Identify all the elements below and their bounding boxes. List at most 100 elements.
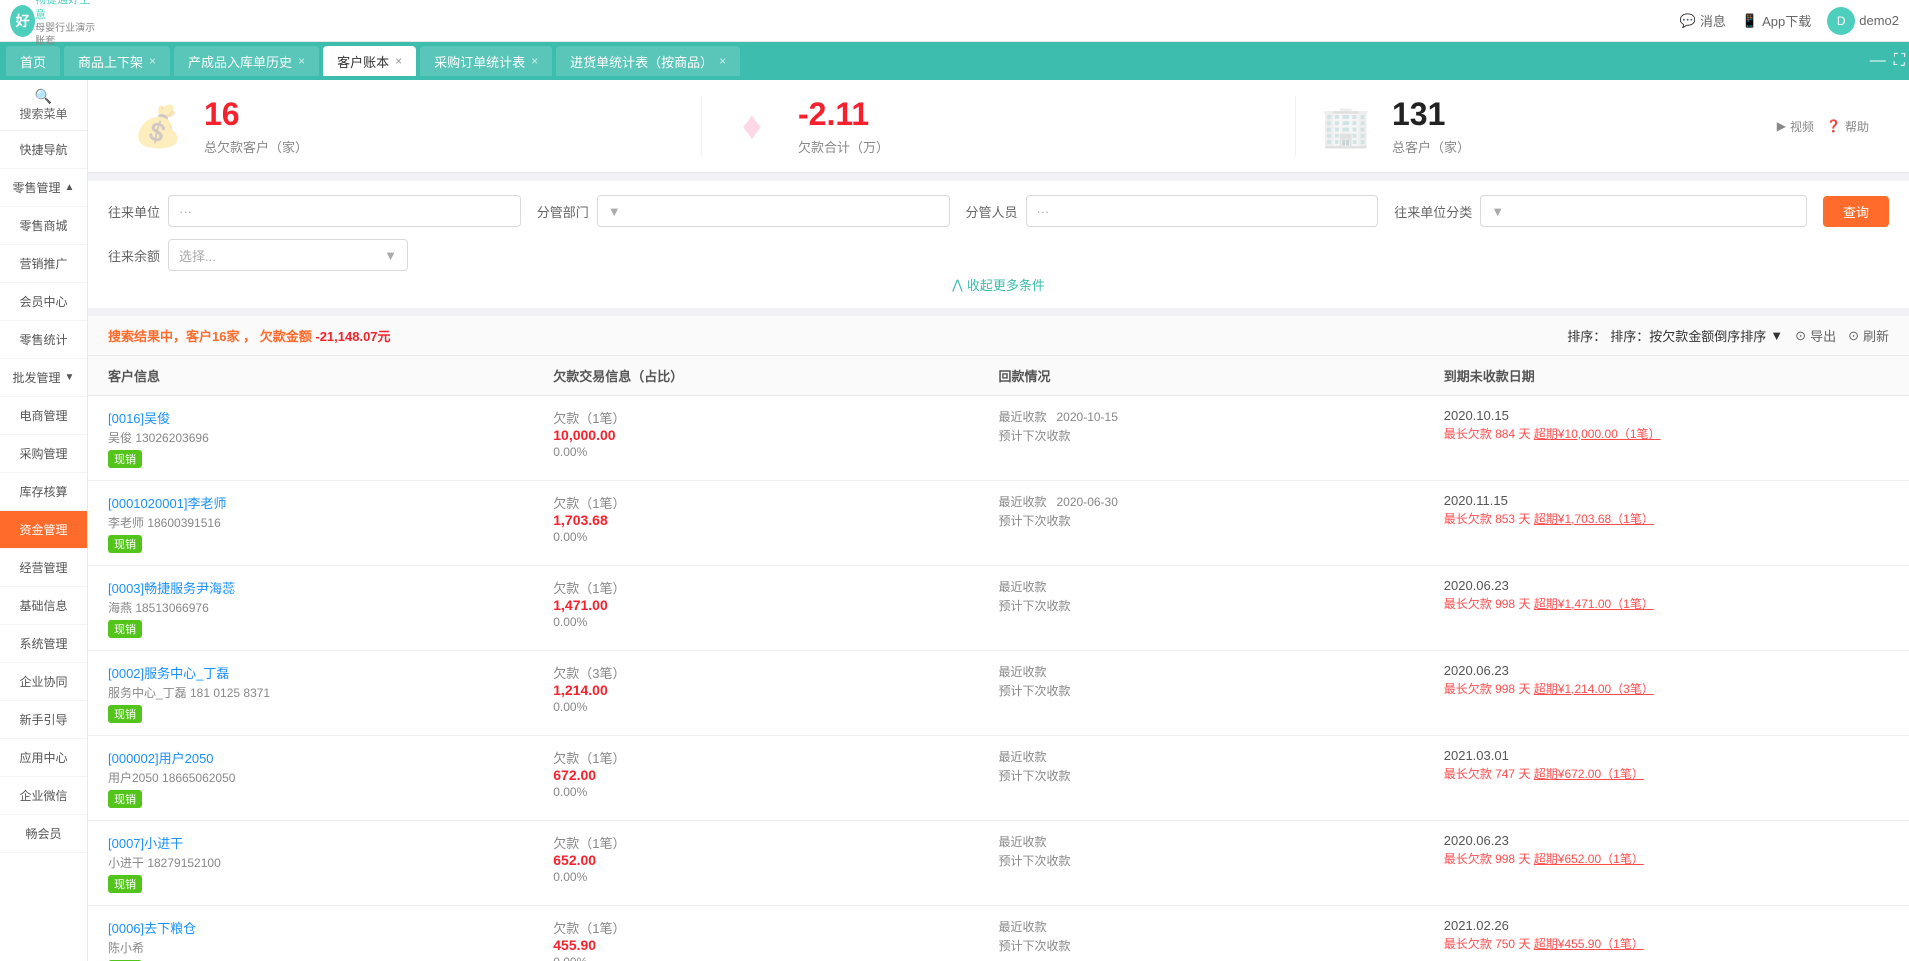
customer-badge-3: 现销 [108,620,142,638]
sidebar-item-retail-stats[interactable]: 零售统计 [0,321,87,359]
logo-text: 畅捷通好生意 母婴行业演示账套 [35,0,98,48]
help-action[interactable]: ❓ 帮助 [1826,118,1869,135]
sidebar-item-batch-mgmt[interactable]: 批发管理 ▼ [0,359,87,397]
unit-type-input[interactable]: ▼ [1480,195,1807,227]
debt-total-value: -2.11 [798,96,1275,133]
tab-customer-account[interactable]: 客户账本 × [323,46,416,76]
customer-badge-2: 现销 [108,535,142,553]
user-menu[interactable]: D demo2 [1827,7,1899,35]
overdue-link-1[interactable]: 超期¥10,000.00（1笔） [1534,427,1661,441]
sidebar-item-purchase-mgmt[interactable]: 采购管理 [0,435,87,473]
due-info-4: 2020.06.23 最长欠款 998 天 超期¥1,214.00（3笔） [1444,663,1889,697]
sidebar-item-ecommerce[interactable]: 电商管理 [0,397,87,435]
summary-info-debt-total: -2.11 欠款合计（万） [798,96,1275,156]
customer-info-4: [0002]服务中心_丁磊 服务中心_丁磊 181 0125 8371 现销 [108,663,553,723]
table-row: [0016]吴俊 吴俊 13026203696 现销 欠款（1笔） 10,000… [88,396,1909,481]
tab-close-customer-account[interactable]: × [395,54,402,68]
sidebar-item-operation-mgmt[interactable]: 经营管理 [0,549,87,587]
tab-close-product-shelf[interactable]: × [149,54,156,68]
video-action[interactable]: ▶ 视频 [1777,118,1814,135]
table-row: [0007]小进干 小进干 18279152100 现销 欠款（1笔） 652.… [88,821,1909,906]
customer-name-link-4[interactable]: [0002]服务中心_丁磊 [108,666,229,681]
due-info-5: 2021.03.01 最长欠款 747 天 超期¥672.00（1笔） [1444,748,1889,782]
due-info-6: 2020.06.23 最长欠款 998 天 超期¥652.00（1笔） [1444,833,1889,867]
overdue-link-2[interactable]: 超期¥1,703.68（1笔） [1534,512,1654,526]
sidebar-item-basic-info[interactable]: 基础信息 [0,587,87,625]
overdue-link-3[interactable]: 超期¥1,471.00（1笔） [1534,597,1654,611]
tab-purchase-order[interactable]: 采购订单统计表 × [420,46,552,76]
due-info-2: 2020.11.15 最长欠款 853 天 超期¥1,703.68（1笔） [1444,493,1889,527]
sidebar-item-system-mgmt[interactable]: 系统管理 [0,625,87,663]
dept-arrow-icon: ▼ [608,204,621,219]
tab-maximize-icon[interactable]: ⛶ [1894,52,1905,70]
col-header-due: 到期未收款日期 [1444,366,1889,385]
from-unit-input[interactable]: ··· [168,195,521,227]
sidebar-item-enterprise-collab[interactable]: 企业协同 [0,663,87,701]
message-btn[interactable]: 💬 消息 [1680,11,1726,30]
dept-label: 分管部门 [537,202,589,221]
logo-area: 好 畅捷通好生意 母婴行业演示账套 [10,0,98,48]
filter-from-unit: 往来单位 ··· [108,195,521,227]
collapse-button[interactable]: ⋀ 收起更多条件 [108,275,1889,294]
tab-product-history[interactable]: 产成品入库单历史 × [174,46,319,76]
sidebar-item-vip-member[interactable]: 畅会员 [0,815,87,853]
overdue-link-5[interactable]: 超期¥672.00（1笔） [1534,767,1644,781]
table-row: [000002]用户2050 用户2050 18665062050 现销 欠款（… [88,736,1909,821]
overdue-link-4[interactable]: 超期¥1,214.00（3笔） [1534,682,1654,696]
filter-balance: 往来余额 选择... ▼ [108,239,408,271]
sidebar-item-finance-mgmt[interactable]: 资金管理 [0,511,87,549]
query-button[interactable]: 查询 [1823,196,1889,227]
main-content: 💰 16 总欠款客户（家） ♦ -2.11 欠款合计（万） 🏢 131 总客户（… [88,80,1909,961]
debt-customers-value: 16 [204,96,681,133]
overdue-link-6[interactable]: 超期¥652.00（1笔） [1534,852,1644,866]
export-button[interactable]: ⊙ 导出 [1795,326,1836,345]
customer-name-link-7[interactable]: [0006]去下粮仓 [108,921,196,936]
sidebar-item-enterprise-wechat[interactable]: 企业微信 [0,777,87,815]
customer-name-link-5[interactable]: [000002]用户2050 [108,751,214,766]
tab-close-purchase-stats[interactable]: × [719,54,726,68]
dept-input[interactable]: ▼ [597,195,950,227]
summary-card-debt-customers: 💰 16 总欠款客户（家） [108,96,702,156]
person-input[interactable]: ··· [1026,195,1379,227]
sidebar-item-app-center[interactable]: 应用中心 [0,739,87,777]
app-download-btn[interactable]: 📱 App下载 [1742,11,1811,30]
sidebar-item-marketing[interactable]: 营销推广 [0,245,87,283]
customer-badge-1: 现销 [108,450,142,468]
customer-name-link-3[interactable]: [0003]畅捷服务尹海蕊 [108,581,235,596]
col-header-debt: 欠款交易信息（占比） [553,366,998,385]
table-container: 客户信息 欠款交易信息（占比） 回款情况 到期未收款日期 [0016]吴俊 吴俊… [88,356,1909,961]
sidebar-item-new-guide[interactable]: 新手引导 [0,701,87,739]
sidebar-item-retail-mall[interactable]: 零售商城 [0,207,87,245]
filter-person: 分管人员 ··· [966,195,1379,227]
sidebar-search[interactable]: 🔍 搜索菜单 [0,80,87,131]
summary-icon-building: 🏢 [1316,96,1376,156]
recovery-info-2: 最近收款 2020-06-30 预计下次收款 [999,493,1444,529]
sidebar: 🔍 搜索菜单 快捷导航 零售管理 ▲ 零售商城 营销推广 会员中心 零售统计 批… [0,80,88,961]
customer-name-link-6[interactable]: [0007]小进干 [108,836,183,851]
tab-minimize-icon[interactable]: — [1870,52,1886,70]
top-right-actions: 💬 消息 📱 App下载 D demo2 [1680,7,1899,35]
tab-home[interactable]: 首页 [6,46,60,76]
tab-product-shelf[interactable]: 商品上下架 × [64,46,170,76]
tab-close-purchase-order[interactable]: × [531,54,538,68]
tab-close-product-history[interactable]: × [298,54,305,68]
sidebar-item-member-center[interactable]: 会员中心 [0,283,87,321]
customer-name-link-1[interactable]: [0016]吴俊 [108,411,170,426]
main-layout: 🔍 搜索菜单 快捷导航 零售管理 ▲ 零售商城 营销推广 会员中心 零售统计 批… [0,80,1909,961]
avatar: D [1827,7,1855,35]
refresh-button[interactable]: ⊙ 刷新 [1848,326,1889,345]
customer-info-2: [0001020001]李老师 李老师 18600391516 现销 [108,493,553,553]
customer-info-5: [000002]用户2050 用户2050 18665062050 现销 [108,748,553,808]
balance-input[interactable]: 选择... ▼ [168,239,408,271]
customer-name-link-2[interactable]: [0001020001]李老师 [108,496,227,511]
balance-label: 往来余额 [108,246,160,265]
overdue-link-7[interactable]: 超期¥455.90（1笔） [1534,937,1644,951]
sidebar-item-quick-nav[interactable]: 快捷导航 [0,131,87,169]
sort-select[interactable]: 排序： 排序：按欠款金额倒序排序 ▼ [1567,326,1783,345]
sidebar-item-inventory[interactable]: 库存核算 [0,473,87,511]
top-bar: 好 畅捷通好生意 母婴行业演示账套 💬 消息 📱 App下载 D demo2 [0,0,1909,42]
recovery-info-3: 最近收款 预计下次收款 [999,578,1444,614]
tab-purchase-stats[interactable]: 进货单统计表（按商品） × [556,46,740,76]
customer-badge-4: 现销 [108,705,142,723]
sidebar-item-retail-mgmt[interactable]: 零售管理 ▲ [0,169,87,207]
